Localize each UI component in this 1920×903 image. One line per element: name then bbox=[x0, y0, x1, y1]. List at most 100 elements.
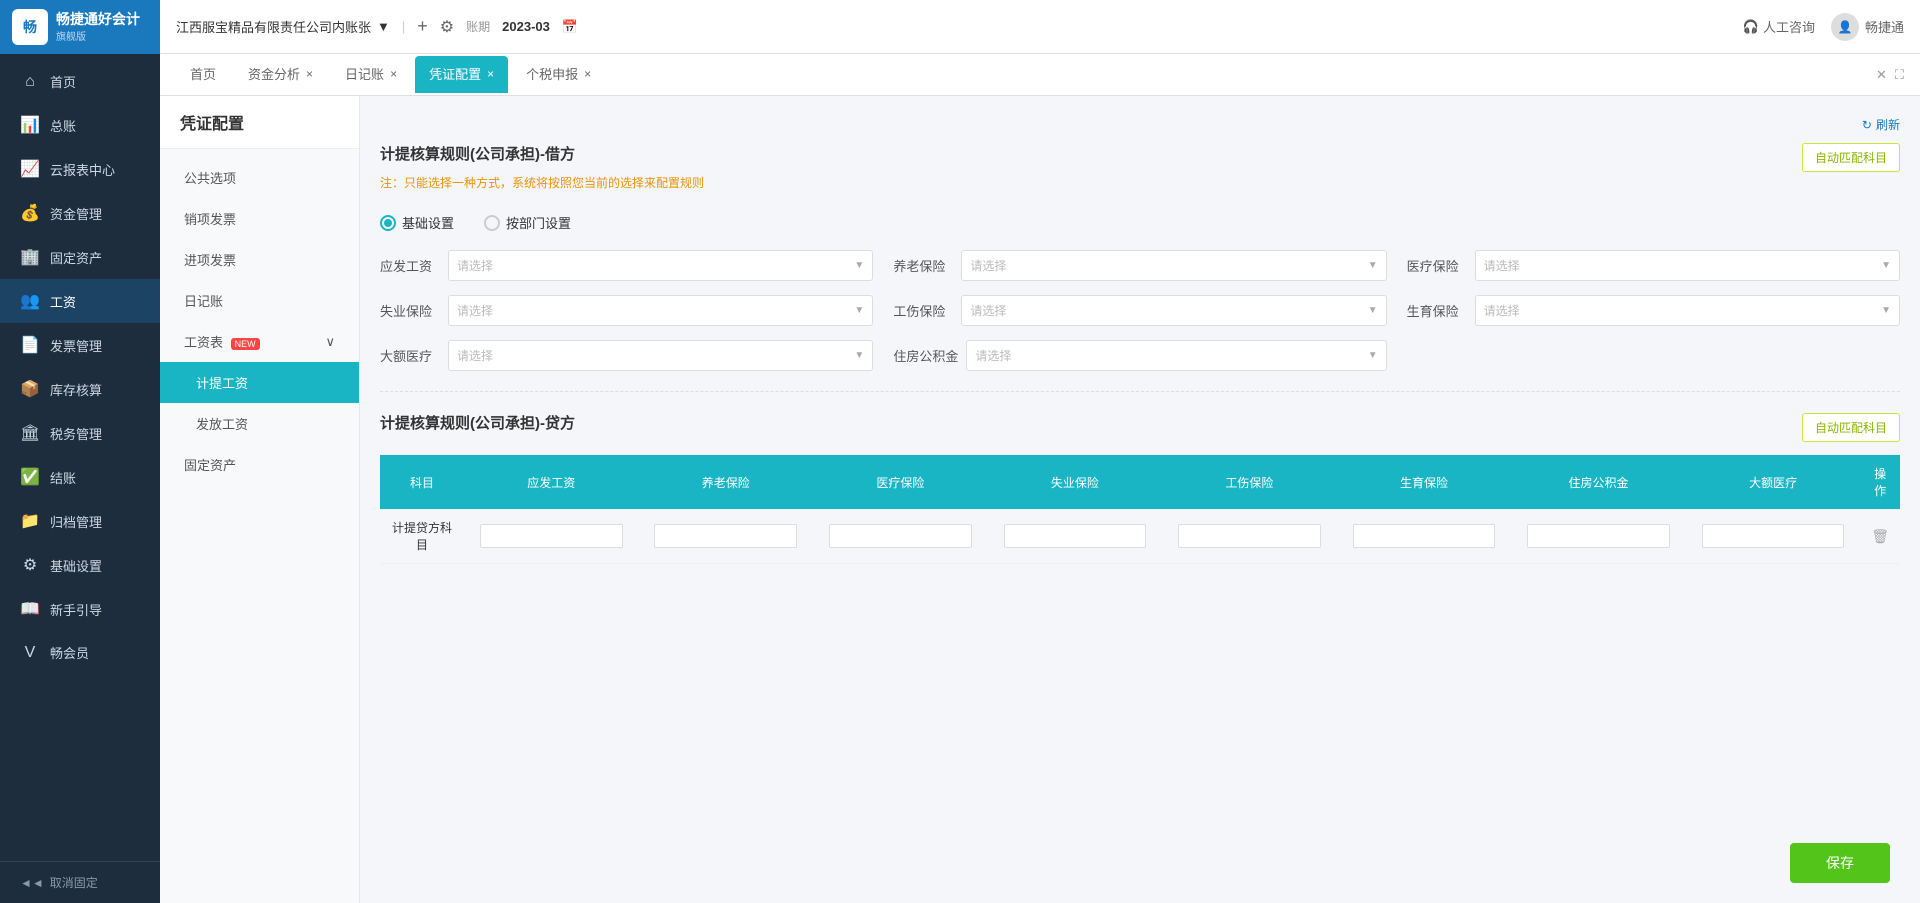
input-unemployment[interactable] bbox=[1004, 524, 1147, 548]
credit-auto-match-button[interactable]: 自动匹配科目 bbox=[1802, 413, 1900, 442]
sidebar-label-vip: 畅会员 bbox=[50, 643, 89, 662]
sidebar-label-assets: 固定资产 bbox=[50, 248, 102, 267]
dropdown-icon: ▼ bbox=[377, 19, 390, 34]
cell-housing-fund-input[interactable] bbox=[1511, 509, 1686, 564]
sidebar-item-invoice[interactable]: 📄 发票管理 bbox=[0, 323, 160, 367]
select-work-injury[interactable]: 请选择 ▼ bbox=[961, 295, 1386, 326]
sidebar-item-vip[interactable]: V 畅会员 bbox=[0, 631, 160, 674]
select-large-medical[interactable]: 请选择 ▼ bbox=[448, 340, 873, 371]
sidebar-item-home[interactable]: ⌂ 首页 bbox=[0, 60, 160, 103]
cell-subject-label: 计提贷方科目 bbox=[380, 509, 464, 564]
field-medical: 医疗保险 请选择 ▼ bbox=[1407, 250, 1900, 281]
field-large-medical: 大额医疗 请选择 ▼ bbox=[380, 340, 873, 371]
input-large-medical[interactable] bbox=[1702, 524, 1845, 548]
sidebar-item-reports[interactable]: 📈 云报表中心 bbox=[0, 147, 160, 191]
content-area: 凭证配置 公共选项 销项发票 进项发票 日记账 工资表 NEW ∨ 计提工资 发… bbox=[160, 96, 1920, 903]
select-salary[interactable]: 请选择 ▼ bbox=[448, 250, 873, 281]
select-pension[interactable]: 请选择 ▼ bbox=[961, 250, 1386, 281]
cell-maternity-input[interactable] bbox=[1337, 509, 1512, 564]
menu-item-public[interactable]: 公共选项 bbox=[160, 157, 359, 198]
tab-voucher-config[interactable]: 凭证配置 × bbox=[415, 56, 508, 93]
tab-finance[interactable]: 资金分析 × bbox=[234, 56, 327, 93]
input-salary[interactable] bbox=[480, 524, 623, 548]
menu-group-payroll[interactable]: 工资表 NEW ∨ bbox=[160, 321, 359, 362]
expand-icon[interactable]: ⛶ bbox=[1895, 67, 1904, 83]
arrow-left-icon: ◄◄ bbox=[20, 876, 44, 890]
logo-text: 畅捷通好会计 bbox=[56, 11, 140, 28]
menu-item-pay[interactable]: 发放工资 bbox=[160, 403, 359, 444]
right-panel: ↻ 刷新 计提核算规则(公司承担)-借方 注：只能选择一种方式，系统将按照您当前… bbox=[360, 96, 1920, 903]
main-area: 江西服宝精品有限责任公司内账张 ▼ | + ⚙ 账期 2023-03 📅 🎧 人… bbox=[160, 0, 1920, 903]
menu-item-journal[interactable]: 日记账 bbox=[160, 280, 359, 321]
cell-work-injury-input[interactable] bbox=[1162, 509, 1337, 564]
menu-item-fixed-assets[interactable]: 固定资产 bbox=[160, 444, 359, 485]
assets-icon: 🏢 bbox=[20, 247, 40, 267]
tab-voucher-close[interactable]: × bbox=[487, 67, 494, 81]
menu-item-sales[interactable]: 销项发票 bbox=[160, 198, 359, 239]
save-button[interactable]: 保存 bbox=[1790, 843, 1890, 883]
debit-auto-match-button[interactable]: 自动匹配科目 bbox=[1802, 143, 1900, 172]
input-pension[interactable] bbox=[654, 524, 797, 548]
input-work-injury[interactable] bbox=[1178, 524, 1321, 548]
cell-unemployment-input[interactable] bbox=[988, 509, 1163, 564]
dropdown-pension-icon: ▼ bbox=[1368, 260, 1378, 271]
tab-tax-close[interactable]: × bbox=[584, 67, 591, 81]
tab-journal[interactable]: 日记账 × bbox=[331, 56, 411, 93]
tab-tax[interactable]: 个税申报 × bbox=[512, 56, 605, 93]
input-maternity[interactable] bbox=[1353, 524, 1496, 548]
cell-pension-input[interactable] bbox=[639, 509, 814, 564]
sidebar-item-inventory[interactable]: 📦 库存核算 bbox=[0, 367, 160, 411]
section-divider bbox=[380, 391, 1900, 392]
label-pension: 养老保险 bbox=[893, 256, 953, 275]
service-button[interactable]: 🎧 人工咨询 bbox=[1743, 17, 1815, 36]
sidebar-item-archive[interactable]: 📁 归档管理 bbox=[0, 499, 160, 543]
sidebar-label-invoice: 发票管理 bbox=[50, 336, 102, 355]
radio-dept[interactable]: 按部门设置 bbox=[484, 213, 571, 232]
cell-delete[interactable]: 🗑 bbox=[1860, 509, 1900, 564]
field-maternity: 生育保险 请选择 ▼ bbox=[1407, 295, 1900, 326]
close-window-icon[interactable]: ✕ bbox=[1876, 67, 1887, 83]
sidebar-item-tax[interactable]: 🏛 税务管理 bbox=[0, 411, 160, 455]
sidebar-item-settings[interactable]: ⚙ 基础设置 bbox=[0, 543, 160, 587]
select-medical[interactable]: 请选择 ▼ bbox=[1475, 250, 1900, 281]
menu-item-accrual[interactable]: 计提工资 bbox=[160, 362, 359, 403]
avatar: 👤 bbox=[1831, 13, 1859, 41]
sidebar-item-finance[interactable]: 💰 资金管理 bbox=[0, 191, 160, 235]
vip-icon: V bbox=[20, 644, 40, 662]
dropdown-maternity-icon: ▼ bbox=[1881, 305, 1891, 316]
dropdown-medical-icon: ▼ bbox=[1881, 260, 1891, 271]
sidebar-item-close[interactable]: ✅ 结账 bbox=[0, 455, 160, 499]
tab-journal-close[interactable]: × bbox=[390, 67, 397, 81]
sidebar-item-ledger[interactable]: 📊 总账 bbox=[0, 103, 160, 147]
delete-icon[interactable]: 🗑 bbox=[1871, 528, 1889, 544]
select-large-medical-placeholder: 请选择 bbox=[457, 347, 493, 364]
input-housing-fund[interactable] bbox=[1527, 524, 1670, 548]
cell-medical-input[interactable] bbox=[813, 509, 988, 564]
tab-home[interactable]: 首页 bbox=[176, 56, 230, 93]
menu-item-purchase[interactable]: 进项发票 bbox=[160, 239, 359, 280]
cell-large-medical-input[interactable] bbox=[1686, 509, 1861, 564]
page-header: 凭证配置 bbox=[160, 96, 359, 149]
calendar-icon[interactable]: 📅 bbox=[562, 19, 578, 35]
sidebar-item-payroll[interactable]: 👥 工资 bbox=[0, 279, 160, 323]
refresh-button[interactable]: ↻ 刷新 bbox=[1862, 116, 1900, 133]
user-info[interactable]: 👤 畅捷通 bbox=[1831, 13, 1904, 41]
input-medical[interactable] bbox=[829, 524, 972, 548]
sidebar-item-assets[interactable]: 🏢 固定资产 bbox=[0, 235, 160, 279]
add-button[interactable]: + bbox=[417, 16, 428, 37]
sidebar-item-guide[interactable]: 📖 新手引导 bbox=[0, 587, 160, 631]
cell-salary-input[interactable] bbox=[464, 509, 639, 564]
tab-journal-label: 日记账 bbox=[345, 64, 384, 83]
dropdown-salary-icon: ▼ bbox=[854, 260, 864, 271]
settings-gear-icon[interactable]: ⚙ bbox=[440, 17, 454, 37]
cancel-fixed-btn[interactable]: ◄◄ 取消固定 bbox=[0, 861, 160, 903]
select-unemployment[interactable]: 请选择 ▼ bbox=[448, 295, 873, 326]
select-maternity[interactable]: 请选择 ▼ bbox=[1475, 295, 1900, 326]
company-selector[interactable]: 江西服宝精品有限责任公司内账张 ▼ bbox=[176, 17, 390, 36]
radio-basic[interactable]: 基础设置 bbox=[380, 213, 454, 232]
radio-basic-label: 基础设置 bbox=[402, 213, 454, 232]
sidebar-label-settings: 基础设置 bbox=[50, 556, 102, 575]
field-housing-fund: 住房公积金 请选择 ▼ bbox=[893, 340, 1386, 371]
select-housing-fund[interactable]: 请选择 ▼ bbox=[966, 340, 1386, 371]
tab-finance-close[interactable]: × bbox=[306, 67, 313, 81]
